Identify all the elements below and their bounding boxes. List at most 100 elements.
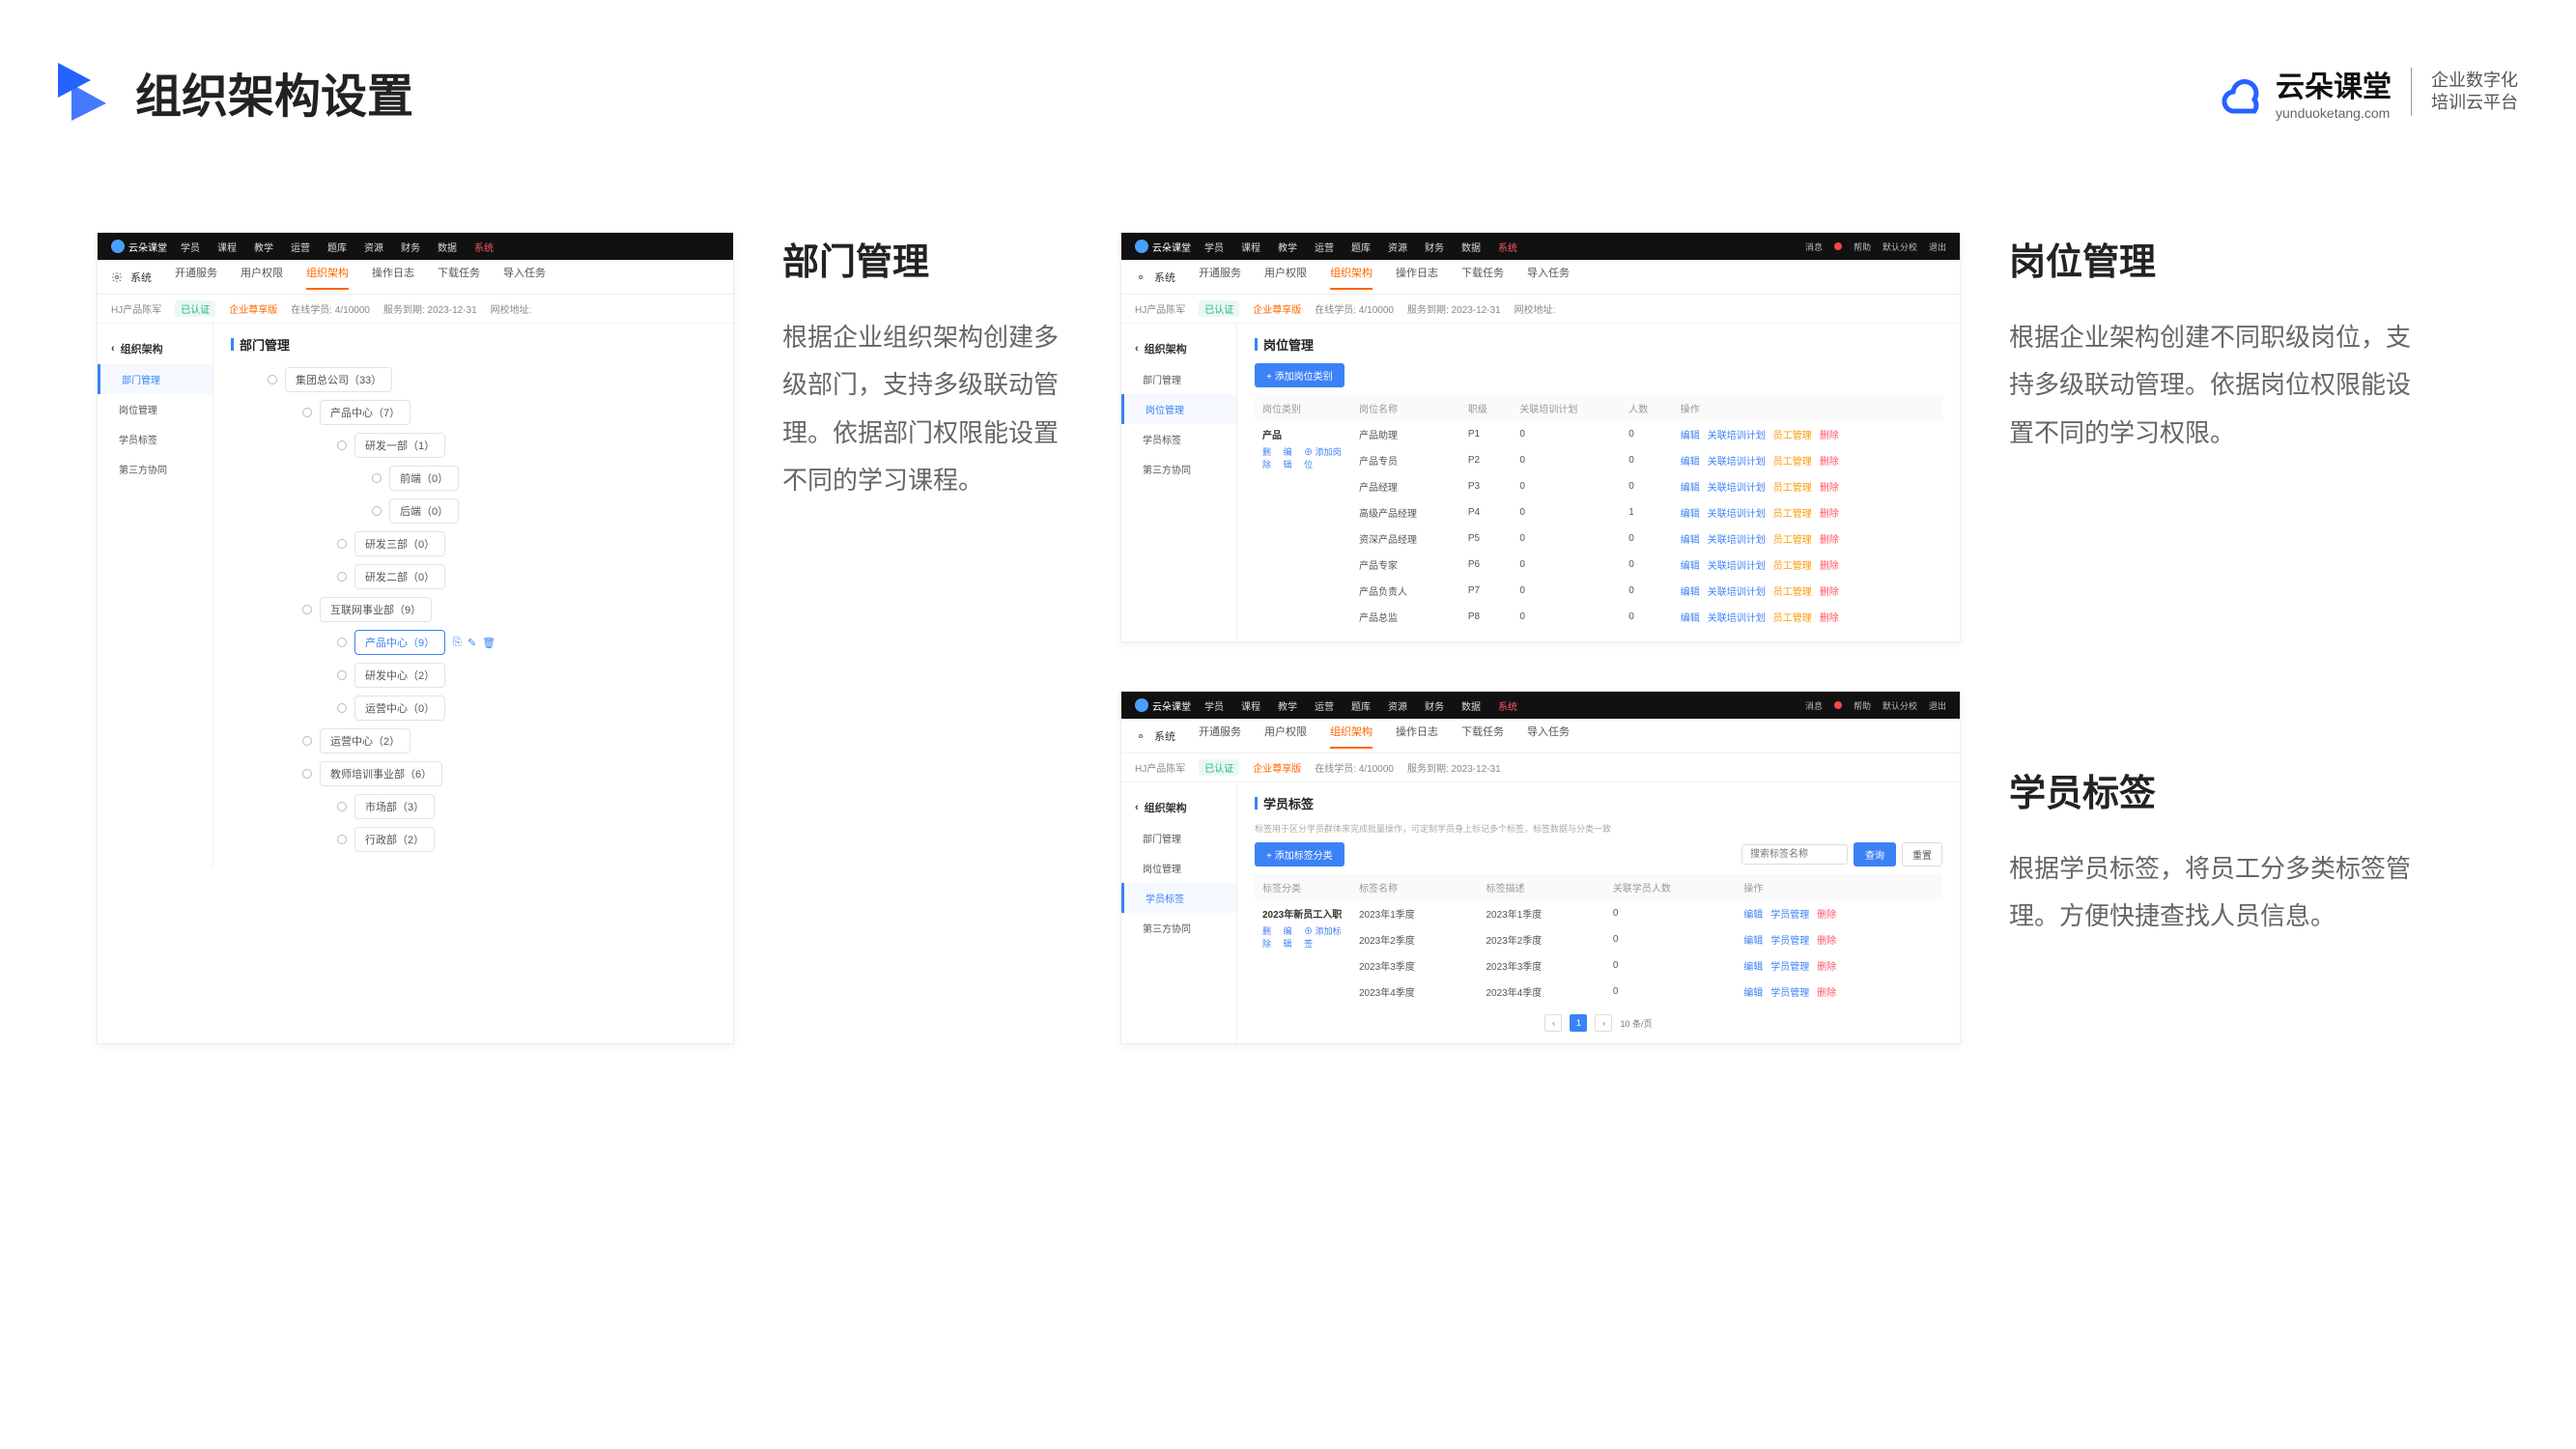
subnav-item[interactable]: 组织架构: [1330, 265, 1373, 290]
op-link[interactable]: 员工管理: [1773, 483, 1812, 494]
sidebar-item[interactable]: 学员标签: [1121, 424, 1236, 454]
op-link[interactable]: 编辑: [1681, 509, 1700, 520]
sidebar-item[interactable]: 岗位管理: [1121, 853, 1236, 883]
tree-toggle-icon[interactable]: [337, 835, 347, 844]
tree-node[interactable]: 运营中心（2）: [320, 728, 410, 753]
tree-toggle-icon[interactable]: [337, 638, 347, 647]
topnav-item[interactable]: 系统: [1498, 240, 1517, 254]
op-link[interactable]: 编辑: [1743, 962, 1763, 973]
topnav-item[interactable]: 数据: [1461, 240, 1481, 254]
topnav-item[interactable]: 资源: [364, 240, 383, 254]
sidebar-item[interactable]: 部门管理: [1121, 823, 1236, 853]
op-link[interactable]: 删除: [1820, 587, 1839, 598]
tree-node[interactable]: 教师培训事业部（6）: [320, 761, 442, 786]
category-action[interactable]: 删除: [1262, 445, 1278, 470]
sidebar-item[interactable]: 第三方协同: [98, 454, 212, 484]
tree-toggle-icon[interactable]: [337, 539, 347, 549]
op-link[interactable]: 删除: [1820, 457, 1839, 468]
subnav-item[interactable]: 导入任务: [1527, 265, 1570, 290]
tree-toggle-icon[interactable]: [337, 572, 347, 582]
delete-icon[interactable]: 🗑: [482, 637, 495, 649]
op-link[interactable]: 删除: [1817, 962, 1836, 973]
subnav-item[interactable]: 操作日志: [1396, 265, 1438, 290]
op-link[interactable]: 学员管理: [1770, 910, 1809, 921]
branch-link[interactable]: 默认分校: [1882, 699, 1917, 712]
topnav-item[interactable]: 教学: [1278, 698, 1297, 713]
op-link[interactable]: 删除: [1817, 988, 1836, 999]
exit-link[interactable]: 退出: [1929, 699, 1946, 712]
op-link[interactable]: 员工管理: [1773, 613, 1812, 624]
tree-toggle-icon[interactable]: [302, 605, 312, 614]
op-link[interactable]: 学员管理: [1770, 962, 1809, 973]
op-link[interactable]: 编辑: [1681, 483, 1700, 494]
search-input[interactable]: [1741, 844, 1848, 865]
msg-link[interactable]: 消息: [1805, 241, 1823, 253]
topnav-item[interactable]: 资源: [1388, 698, 1407, 713]
category-action[interactable]: ⊕ 添加岗位: [1304, 445, 1344, 470]
topnav-item[interactable]: 财务: [1425, 698, 1444, 713]
topnav-item[interactable]: 学员: [1204, 698, 1224, 713]
tree-toggle-icon[interactable]: [302, 408, 312, 417]
copy-icon[interactable]: ⎘: [453, 637, 462, 649]
topnav-item[interactable]: 课程: [217, 240, 237, 254]
subnav-item[interactable]: 导入任务: [503, 265, 546, 290]
topnav-item[interactable]: 财务: [401, 240, 420, 254]
op-link[interactable]: 编辑: [1681, 587, 1700, 598]
tree-node[interactable]: 产品中心（7）: [320, 400, 410, 425]
tree-toggle-icon[interactable]: [302, 769, 312, 779]
subnav-item[interactable]: 组织架构: [306, 265, 349, 290]
op-link[interactable]: 员工管理: [1773, 587, 1812, 598]
subnav-item[interactable]: 操作日志: [372, 265, 414, 290]
op-link[interactable]: 编辑: [1743, 910, 1763, 921]
op-link[interactable]: 编辑: [1743, 936, 1763, 947]
op-link[interactable]: 员工管理: [1773, 431, 1812, 441]
subnav-item[interactable]: 用户权限: [1264, 724, 1307, 749]
topnav-item[interactable]: 教学: [1278, 240, 1297, 254]
next-page-button[interactable]: ›: [1595, 1014, 1612, 1032]
op-link[interactable]: 编辑: [1681, 613, 1700, 624]
op-link[interactable]: 员工管理: [1773, 457, 1812, 468]
op-link[interactable]: 删除: [1820, 509, 1839, 520]
op-link[interactable]: 删除: [1817, 936, 1836, 947]
help-link[interactable]: 帮助: [1854, 241, 1871, 253]
op-link[interactable]: 编辑: [1681, 561, 1700, 572]
topnav-item[interactable]: 运营: [1315, 698, 1334, 713]
subnav-item[interactable]: 开通服务: [1199, 265, 1241, 290]
sidebar-item[interactable]: 第三方协同: [1121, 913, 1236, 943]
subnav-item[interactable]: 下载任务: [438, 265, 480, 290]
op-link[interactable]: 学员管理: [1770, 988, 1809, 999]
op-link[interactable]: 员工管理: [1773, 535, 1812, 546]
topnav-item[interactable]: 财务: [1425, 240, 1444, 254]
tree-node[interactable]: 研发一部（1）: [354, 433, 445, 458]
page-1[interactable]: 1: [1570, 1014, 1587, 1032]
tree-node[interactable]: 互联网事业部（9）: [320, 597, 432, 622]
sidebar-item[interactable]: 岗位管理: [98, 394, 212, 424]
topnav-item[interactable]: 数据: [438, 240, 457, 254]
tree-node[interactable]: 运营中心（0）: [354, 696, 445, 721]
tree-toggle-icon[interactable]: [302, 736, 312, 746]
category-action[interactable]: ⊕ 添加标签: [1304, 924, 1344, 950]
op-link[interactable]: 关联培训计划: [1708, 431, 1766, 441]
op-link[interactable]: 编辑: [1743, 988, 1763, 999]
topnav-item[interactable]: 系统: [1498, 698, 1517, 713]
op-link[interactable]: 关联培训计划: [1708, 535, 1766, 546]
op-link[interactable]: 关联培训计划: [1708, 613, 1766, 624]
topnav-item[interactable]: 题库: [1351, 240, 1371, 254]
exit-link[interactable]: 退出: [1929, 241, 1946, 253]
category-action[interactable]: 编辑: [1284, 445, 1299, 470]
prev-page-button[interactable]: ‹: [1544, 1014, 1562, 1032]
sidebar-item[interactable]: 部门管理: [1121, 364, 1236, 394]
tree-toggle-icon[interactable]: [337, 440, 347, 450]
topnav-item[interactable]: 系统: [474, 240, 494, 254]
topnav-item[interactable]: 课程: [1241, 698, 1260, 713]
msg-link[interactable]: 消息: [1805, 699, 1823, 712]
op-link[interactable]: 员工管理: [1773, 509, 1812, 520]
op-link[interactable]: 编辑: [1681, 431, 1700, 441]
tree-toggle-icon[interactable]: [268, 375, 277, 384]
topnav-item[interactable]: 题库: [327, 240, 347, 254]
topnav-item[interactable]: 资源: [1388, 240, 1407, 254]
tree-toggle-icon[interactable]: [337, 670, 347, 680]
op-link[interactable]: 关联培训计划: [1708, 483, 1766, 494]
subnav-item[interactable]: 开通服务: [1199, 724, 1241, 749]
edit-icon[interactable]: ✎: [467, 637, 476, 649]
